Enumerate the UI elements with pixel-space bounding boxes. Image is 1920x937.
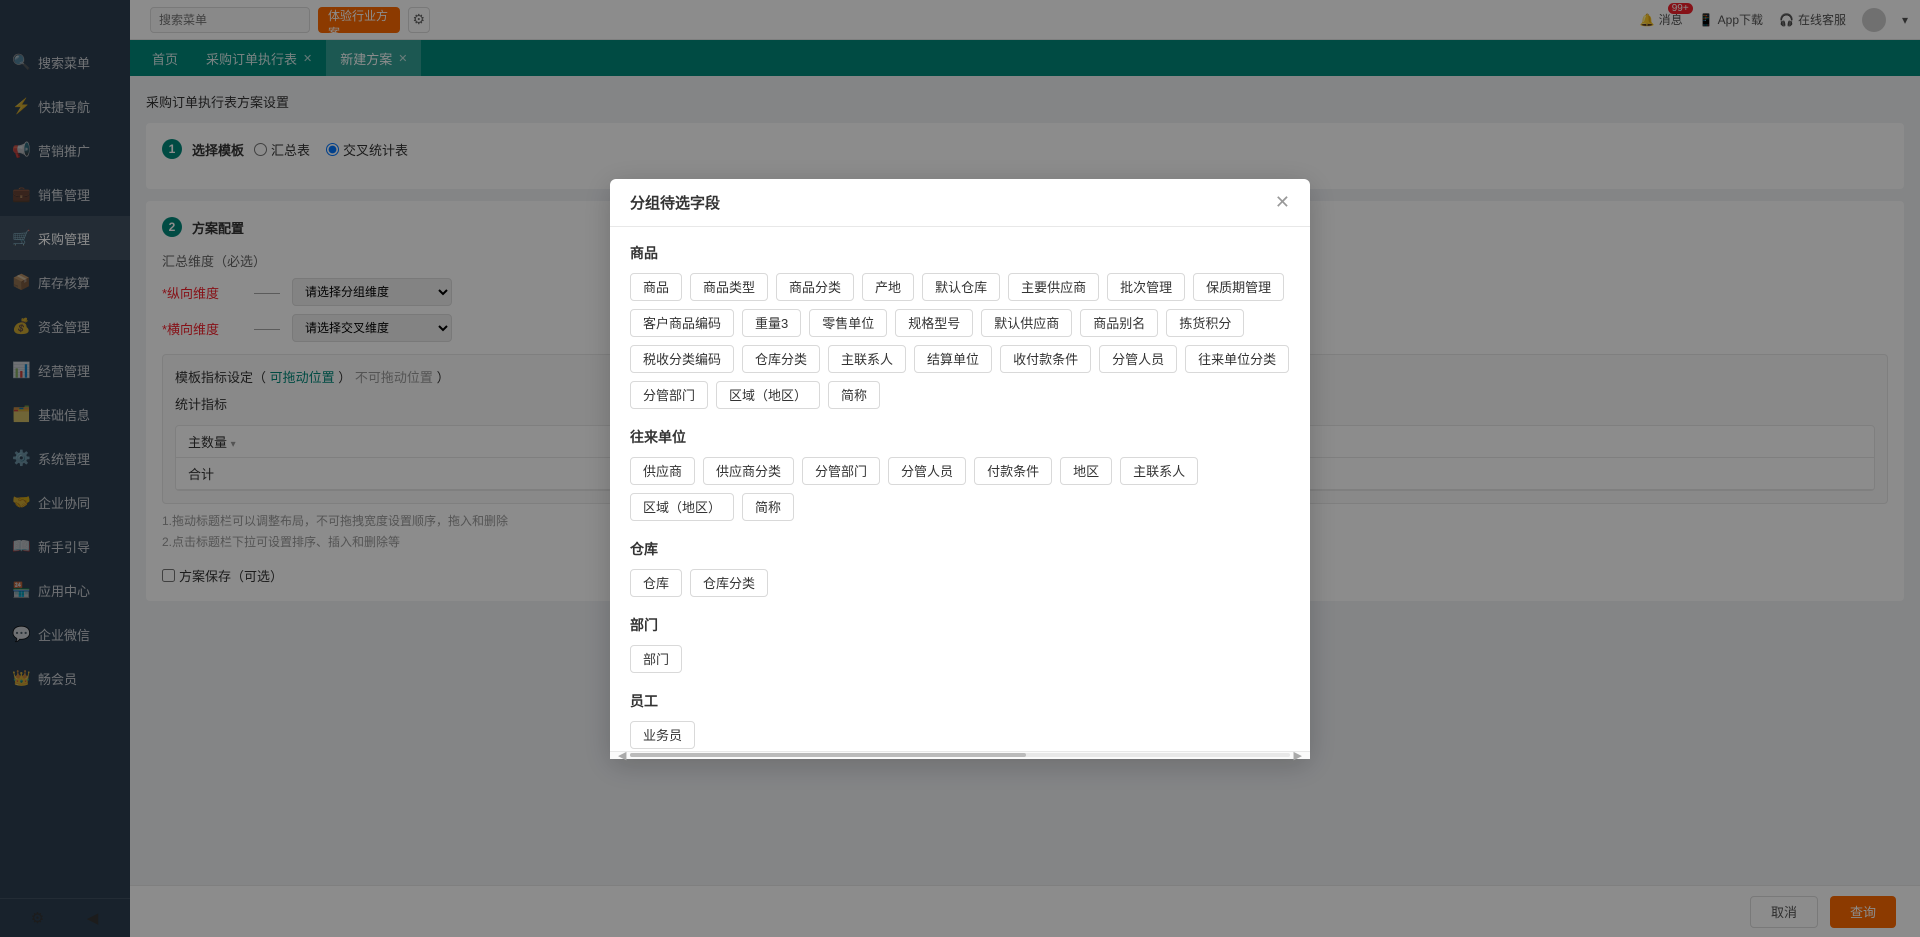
field-chip-0-6[interactable]: 批次管理	[1107, 273, 1185, 301]
modal-overlay: 分组待选字段 ✕ 商品商品商品类型商品分类产地默认仓库主要供应商批次管理保质期管…	[0, 0, 1920, 937]
modal-section-往来单位: 往来单位供应商供应商分类分管部门分管人员付款条件地区主联系人区域（地区） 简称	[630, 427, 1290, 521]
modal-body: 商品商品商品类型商品分类产地默认仓库主要供应商批次管理保质期管理客户商品编码重量…	[610, 227, 1310, 751]
modal-scrollbar-x: ◀ ▶	[610, 751, 1310, 759]
modal-section-chips-2: 仓库仓库分类	[630, 569, 1290, 597]
field-chip-2-1[interactable]: 仓库分类	[690, 569, 768, 597]
modal-section-员工: 员工业务员	[630, 691, 1290, 749]
field-chip-0-20[interactable]: 分管人员	[1099, 345, 1177, 373]
modal-section-部门: 部门部门	[630, 615, 1290, 673]
modal-section-chips-4: 业务员	[630, 721, 1290, 749]
field-chip-0-10[interactable]: 零售单位	[809, 309, 887, 337]
modal: 分组待选字段 ✕ 商品商品商品类型商品分类产地默认仓库主要供应商批次管理保质期管…	[610, 179, 1310, 759]
field-chip-0-17[interactable]: 主联系人	[828, 345, 906, 373]
modal-section-title-3: 部门	[630, 615, 1290, 635]
modal-title: 分组待选字段	[630, 192, 720, 213]
field-chip-1-1[interactable]: 供应商分类	[703, 457, 794, 485]
field-chip-1-0[interactable]: 供应商	[630, 457, 695, 485]
field-chip-0-5[interactable]: 主要供应商	[1008, 273, 1099, 301]
modal-section-chips-3: 部门	[630, 645, 1290, 673]
field-chip-0-13[interactable]: 商品别名	[1080, 309, 1158, 337]
field-chip-0-7[interactable]: 保质期管理	[1193, 273, 1284, 301]
modal-section-chips-1: 供应商供应商分类分管部门分管人员付款条件地区主联系人区域（地区） 简称	[630, 457, 1290, 521]
modal-header: 分组待选字段 ✕	[610, 179, 1310, 227]
field-chip-4-0[interactable]: 业务员	[630, 721, 695, 749]
modal-section-title-4: 员工	[630, 691, 1290, 711]
field-chip-0-22[interactable]: 分管部门	[630, 381, 708, 409]
field-chip-1-2[interactable]: 分管部门	[802, 457, 880, 485]
field-chip-0-3[interactable]: 产地	[862, 273, 914, 301]
field-chip-1-7[interactable]: 区域（地区）	[630, 493, 734, 521]
field-chip-0-18[interactable]: 结算单位	[914, 345, 992, 373]
field-chip-0-8[interactable]: 客户商品编码	[630, 309, 734, 337]
field-chip-0-16[interactable]: 仓库分类	[742, 345, 820, 373]
field-chip-0-2[interactable]: 商品分类	[776, 273, 854, 301]
modal-close-button[interactable]: ✕	[1275, 193, 1290, 211]
field-chip-1-6[interactable]: 主联系人	[1120, 457, 1198, 485]
field-chip-1-8[interactable]: 简称	[742, 493, 794, 521]
field-chip-0-0[interactable]: 商品	[630, 273, 682, 301]
horizontal-scrollbar[interactable]	[630, 753, 1289, 757]
field-chip-1-3[interactable]: 分管人员	[888, 457, 966, 485]
field-chip-0-4[interactable]: 默认仓库	[922, 273, 1000, 301]
modal-section-商品: 商品商品商品类型商品分类产地默认仓库主要供应商批次管理保质期管理客户商品编码重量…	[630, 243, 1290, 409]
field-chip-0-19[interactable]: 收付款条件	[1000, 345, 1091, 373]
field-chip-0-11[interactable]: 规格型号	[895, 309, 973, 337]
field-chip-1-4[interactable]: 付款条件	[974, 457, 1052, 485]
modal-section-title-0: 商品	[630, 243, 1290, 263]
field-chip-1-5[interactable]: 地区	[1060, 457, 1112, 485]
field-chip-0-1[interactable]: 商品类型	[690, 273, 768, 301]
field-chip-2-0[interactable]: 仓库	[630, 569, 682, 597]
field-chip-0-23[interactable]: 区域（地区）	[716, 381, 820, 409]
modal-section-title-1: 往来单位	[630, 427, 1290, 447]
field-chip-0-15[interactable]: 税收分类编码	[630, 345, 734, 373]
field-chip-0-21[interactable]: 往来单位分类	[1185, 345, 1289, 373]
field-chip-0-12[interactable]: 默认供应商	[981, 309, 1072, 337]
field-chip-0-24[interactable]: 简称	[828, 381, 880, 409]
field-chip-3-0[interactable]: 部门	[630, 645, 682, 673]
modal-section-title-2: 仓库	[630, 539, 1290, 559]
field-chip-0-14[interactable]: 拣货积分	[1166, 309, 1244, 337]
modal-section-chips-0: 商品商品类型商品分类产地默认仓库主要供应商批次管理保质期管理客户商品编码重量3 零…	[630, 273, 1290, 409]
field-chip-0-9[interactable]: 重量3	[742, 309, 801, 337]
modal-section-仓库: 仓库仓库仓库分类	[630, 539, 1290, 597]
